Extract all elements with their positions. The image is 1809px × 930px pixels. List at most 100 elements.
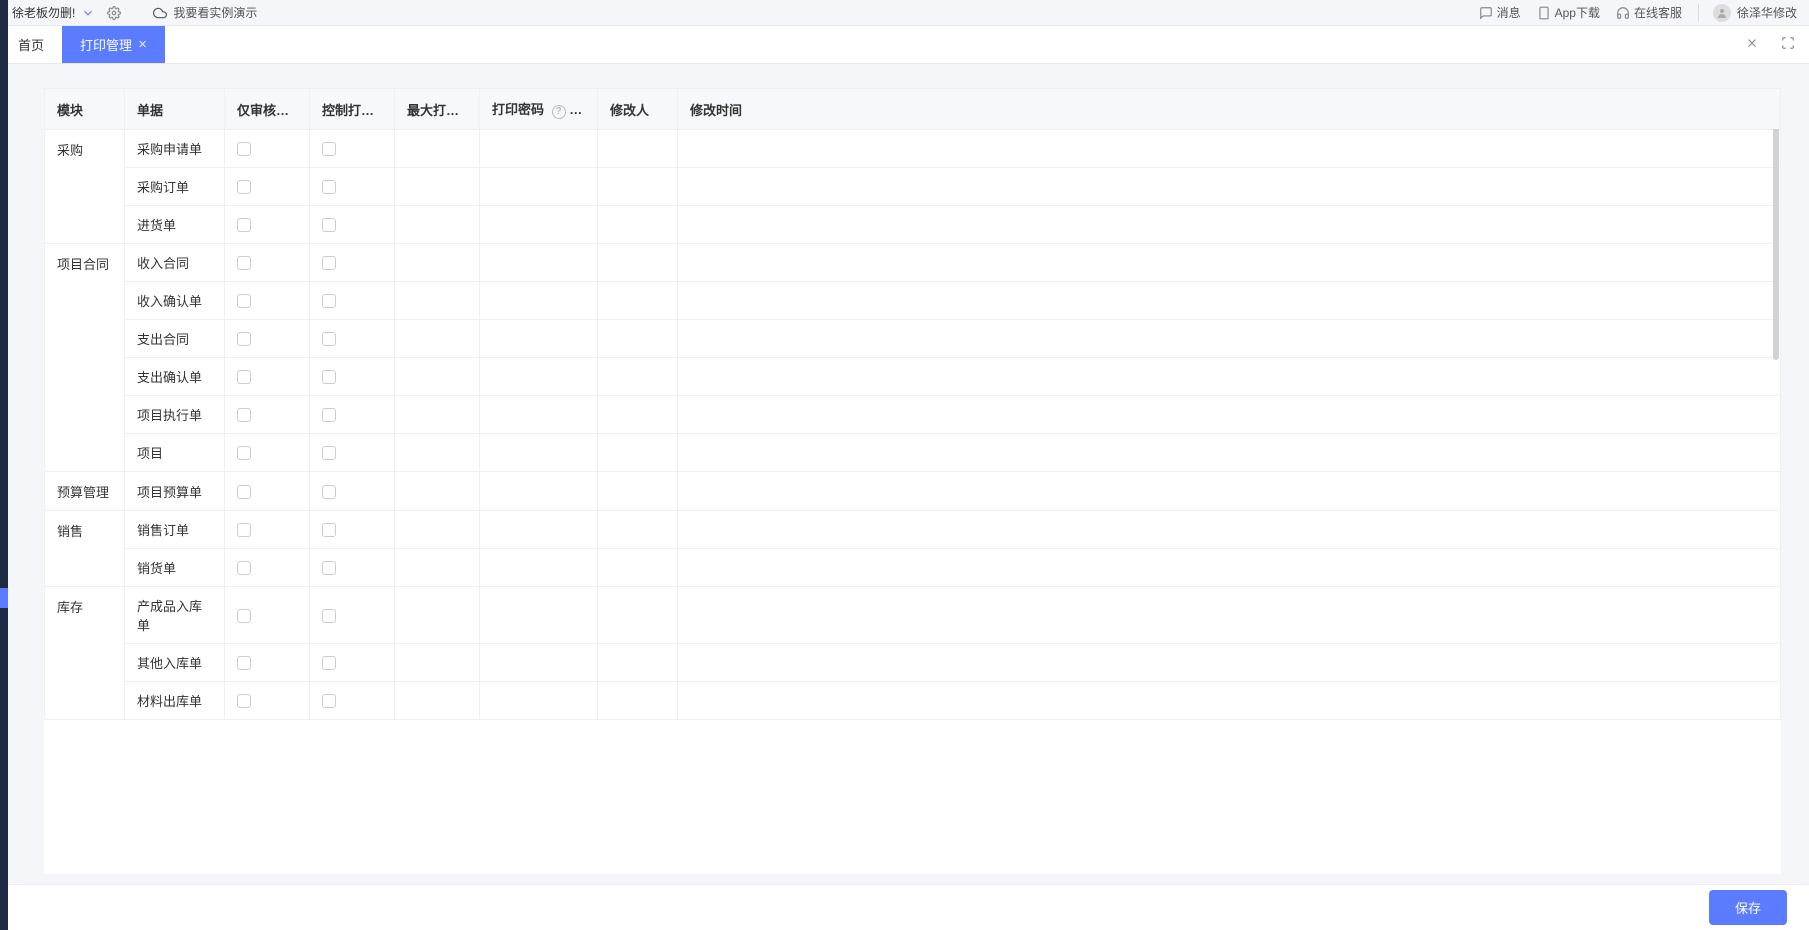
audit-only-checkbox[interactable] bbox=[237, 180, 251, 194]
control-print-cell bbox=[310, 244, 395, 282]
control-print-checkbox[interactable] bbox=[322, 609, 336, 623]
audit-only-cell bbox=[225, 282, 310, 320]
audit-only-checkbox[interactable] bbox=[237, 561, 251, 575]
th-modify-time: 修改时间 bbox=[678, 89, 1781, 130]
control-print-checkbox[interactable] bbox=[322, 485, 336, 499]
control-print-checkbox[interactable] bbox=[322, 408, 336, 422]
audit-only-checkbox[interactable] bbox=[237, 294, 251, 308]
audit-only-checkbox[interactable] bbox=[237, 485, 251, 499]
module-cell: 库存 bbox=[45, 587, 125, 720]
control-print-checkbox[interactable] bbox=[322, 523, 336, 537]
control-print-checkbox[interactable] bbox=[322, 561, 336, 575]
modify-time-cell bbox=[678, 682, 1781, 720]
save-button-label: 保存 bbox=[1735, 901, 1761, 916]
control-print-checkbox[interactable] bbox=[322, 218, 336, 232]
modifier-cell bbox=[598, 168, 678, 206]
print-password-cell bbox=[480, 282, 598, 320]
th-control-print: 控制打印... bbox=[310, 89, 395, 130]
control-print-cell bbox=[310, 396, 395, 434]
modify-time-cell bbox=[678, 644, 1781, 682]
table-row: 收入确认单 bbox=[45, 282, 1781, 320]
print-password-cell bbox=[480, 396, 598, 434]
phone-icon bbox=[1537, 5, 1551, 20]
audit-only-checkbox[interactable] bbox=[237, 694, 251, 708]
tab-home[interactable]: 首页 bbox=[0, 26, 62, 63]
gear-icon[interactable] bbox=[107, 5, 121, 21]
control-print-checkbox[interactable] bbox=[322, 180, 336, 194]
audit-only-cell bbox=[225, 587, 310, 644]
max-print-cell bbox=[395, 587, 480, 644]
doc-cell: 销售订单 bbox=[125, 511, 225, 549]
table-row: 采购采购申请单 bbox=[45, 130, 1781, 168]
scrollbar[interactable] bbox=[1773, 120, 1779, 360]
audit-only-checkbox[interactable] bbox=[237, 656, 251, 670]
modifier-cell bbox=[598, 472, 678, 511]
modify-time-cell bbox=[678, 130, 1781, 168]
modifier-cell bbox=[598, 644, 678, 682]
messages-link[interactable]: 消息 bbox=[1479, 4, 1521, 21]
audit-only-checkbox[interactable] bbox=[237, 609, 251, 623]
max-print-cell bbox=[395, 396, 480, 434]
org-selector[interactable]: 徐老板勿删! bbox=[12, 4, 95, 21]
control-print-checkbox[interactable] bbox=[322, 142, 336, 156]
control-print-cell bbox=[310, 644, 395, 682]
control-print-checkbox[interactable] bbox=[322, 332, 336, 346]
control-print-checkbox[interactable] bbox=[322, 656, 336, 670]
audit-only-checkbox[interactable] bbox=[237, 256, 251, 270]
audit-only-checkbox[interactable] bbox=[237, 142, 251, 156]
edit-icon[interactable] bbox=[575, 102, 587, 117]
doc-cell: 支出确认单 bbox=[125, 358, 225, 396]
audit-only-checkbox[interactable] bbox=[237, 218, 251, 232]
message-icon bbox=[1479, 5, 1493, 20]
modify-time-cell bbox=[678, 472, 1781, 511]
control-print-checkbox[interactable] bbox=[322, 694, 336, 708]
control-print-checkbox[interactable] bbox=[322, 294, 336, 308]
modify-time-cell bbox=[678, 549, 1781, 587]
topbar: 徐老板勿删! 我要看实例演示 消息 bbox=[0, 0, 1809, 26]
module-cell: 销售 bbox=[45, 511, 125, 587]
audit-only-checkbox[interactable] bbox=[237, 408, 251, 422]
user-menu[interactable]: 徐泽华修改 bbox=[1698, 4, 1797, 22]
audit-only-checkbox[interactable] bbox=[237, 370, 251, 384]
modifier-cell bbox=[598, 587, 678, 644]
th-module: 模块 bbox=[45, 89, 125, 130]
audit-only-checkbox[interactable] bbox=[237, 523, 251, 537]
table-row: 进货单 bbox=[45, 206, 1781, 244]
control-print-checkbox[interactable] bbox=[322, 446, 336, 460]
print-password-cell bbox=[480, 130, 598, 168]
audit-only-cell bbox=[225, 644, 310, 682]
table-row: 库存产成品入库单 bbox=[45, 587, 1781, 644]
app-download-link[interactable]: App下载 bbox=[1537, 4, 1600, 21]
modify-time-cell bbox=[678, 358, 1781, 396]
help-icon[interactable]: ? bbox=[552, 105, 566, 119]
chevron-down-icon bbox=[81, 5, 95, 20]
audit-only-cell bbox=[225, 130, 310, 168]
support-link[interactable]: 在线客服 bbox=[1616, 4, 1682, 21]
doc-cell: 其他入库单 bbox=[125, 644, 225, 682]
audit-only-checkbox[interactable] bbox=[237, 446, 251, 460]
audit-only-checkbox[interactable] bbox=[237, 332, 251, 346]
modifier-cell bbox=[598, 282, 678, 320]
audit-only-cell bbox=[225, 320, 310, 358]
headset-icon bbox=[1616, 5, 1630, 20]
close-icon[interactable]: ✕ bbox=[138, 38, 147, 51]
save-button[interactable]: 保存 bbox=[1709, 890, 1787, 925]
print-password-cell bbox=[480, 358, 598, 396]
module-cell: 项目合同 bbox=[45, 244, 125, 472]
demo-link[interactable]: 我要看实例演示 bbox=[153, 4, 257, 21]
audit-only-cell bbox=[225, 549, 310, 587]
fullscreen-icon[interactable] bbox=[1775, 32, 1801, 57]
tab-print-management[interactable]: 打印管理 ✕ bbox=[62, 26, 165, 63]
close-tab-icon[interactable] bbox=[1739, 32, 1765, 57]
control-print-cell bbox=[310, 549, 395, 587]
table-row: 材料出库单 bbox=[45, 682, 1781, 720]
audit-only-cell bbox=[225, 168, 310, 206]
audit-only-cell bbox=[225, 472, 310, 511]
control-print-cell bbox=[310, 472, 395, 511]
demo-label: 我要看实例演示 bbox=[173, 4, 257, 21]
control-print-checkbox[interactable] bbox=[322, 370, 336, 384]
print-password-cell bbox=[480, 320, 598, 358]
print-password-cell bbox=[480, 644, 598, 682]
print-password-cell bbox=[480, 549, 598, 587]
control-print-checkbox[interactable] bbox=[322, 256, 336, 270]
